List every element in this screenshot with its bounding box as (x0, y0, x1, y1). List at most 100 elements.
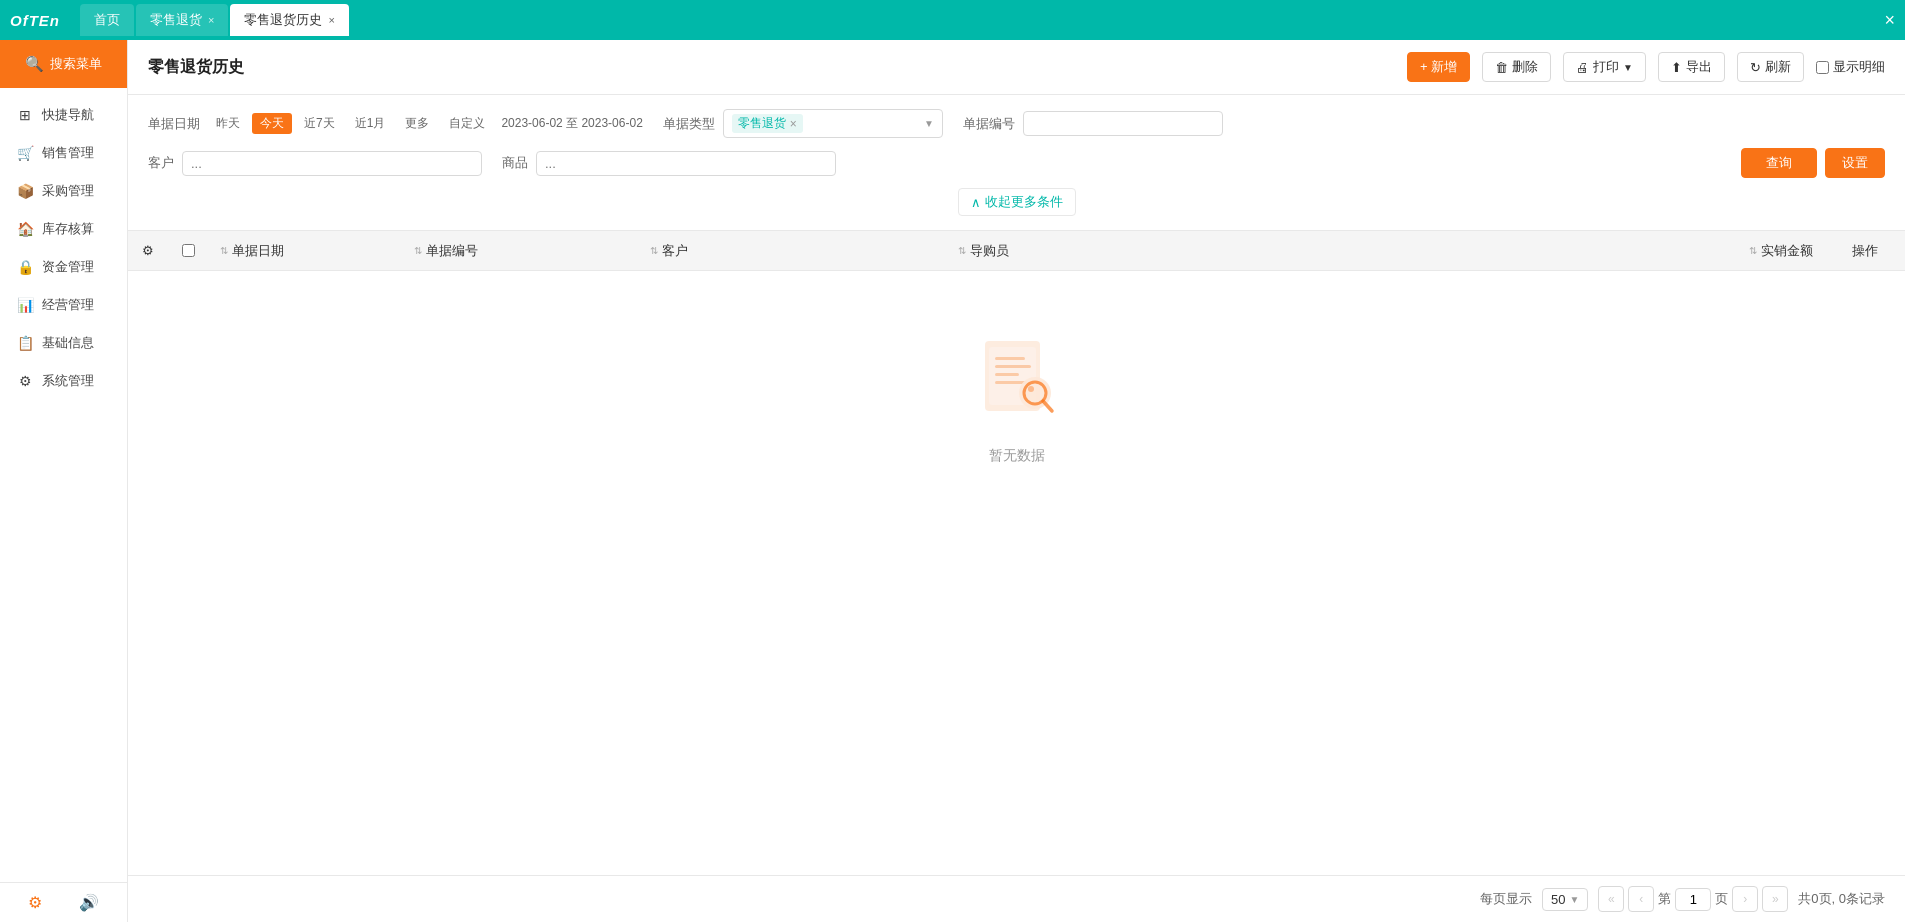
sidebar-search-label: 搜索菜单 (50, 55, 102, 73)
prev-page-button[interactable]: ‹ (1628, 886, 1654, 912)
last-page-button[interactable]: » (1762, 886, 1788, 912)
audio-footer-icon[interactable]: 🔊 (79, 893, 99, 912)
first-page-button[interactable]: « (1598, 886, 1624, 912)
date-btn-custom[interactable]: 自定义 (441, 113, 493, 134)
date-filter-buttons: 昨天 今天 近7天 近1月 更多 自定义 (208, 113, 493, 134)
tab-retail-return[interactable]: 零售退货 × (136, 4, 228, 36)
page-label: 第 (1658, 890, 1671, 908)
empty-text: 暂无数据 (989, 447, 1045, 465)
th-customer[interactable]: ⇅ 客户 (638, 234, 945, 268)
order-no-filter: 单据编号 (963, 111, 1223, 136)
display-toggle-checkbox[interactable] (1816, 61, 1829, 74)
page-unit: 页 (1715, 890, 1728, 908)
sort-asc-icon: ⇅ (220, 245, 228, 256)
date-range-display: 2023-06-02 至 2023-06-02 (501, 115, 642, 132)
th-date[interactable]: ⇅ 单据日期 (208, 234, 402, 268)
select-all-checkbox[interactable] (182, 244, 195, 257)
refresh-button[interactable]: ↻ 刷新 (1737, 52, 1804, 82)
tab-retail-return-close[interactable]: × (208, 14, 214, 26)
brand-logo: OfTEn (10, 12, 60, 29)
next-page-button[interactable]: › (1732, 886, 1758, 912)
tab-retail-return-history-label: 零售退货历史 (244, 11, 322, 29)
type-tag-close[interactable]: × (790, 117, 797, 131)
table-wrapper: ⚙ ⇅ 单据日期 ⇅ 单据编号 ⇅ 客户 ⇅ (128, 231, 1905, 875)
page-number-input[interactable] (1675, 888, 1711, 911)
main-layout: 🔍 搜索菜单 ⊞ 快捷导航 🛒 销售管理 📦 采购管理 🏠 库存核算 🔒 (0, 40, 1905, 922)
svg-rect-4 (995, 373, 1019, 376)
print-button-label: 打印 (1593, 58, 1619, 76)
query-button-label: 查询 (1766, 154, 1792, 172)
svg-rect-2 (995, 357, 1025, 360)
sidebar-item-basic-info[interactable]: 📋 基础信息 (0, 324, 127, 362)
refresh-icon: ↻ (1750, 60, 1761, 75)
table-header: ⚙ ⇅ 单据日期 ⇅ 单据编号 ⇅ 客户 ⇅ (128, 231, 1905, 271)
sidebar-item-basic-info-label: 基础信息 (42, 334, 94, 352)
delete-button[interactable]: 🗑 删除 (1482, 52, 1551, 82)
sidebar-item-sales-label: 销售管理 (42, 144, 94, 162)
th-checkbox[interactable] (168, 236, 208, 265)
order-no-input[interactable] (1023, 111, 1223, 136)
filter-action-buttons: 查询 设置 (1741, 148, 1885, 178)
sidebar-search[interactable]: 🔍 搜索菜单 (0, 40, 127, 88)
settings-button[interactable]: 设置 (1825, 148, 1885, 178)
settings-footer-icon[interactable]: ⚙ (28, 893, 42, 912)
sidebar-item-system[interactable]: ⚙ 系统管理 (0, 362, 127, 400)
date-btn-today[interactable]: 今天 (252, 113, 292, 134)
th-operations: 操作 (1825, 234, 1905, 268)
sidebar-item-quick-nav-label: 快捷导航 (42, 106, 94, 124)
date-btn-7days[interactable]: 近7天 (296, 113, 343, 134)
operations-icon: 📊 (16, 296, 34, 314)
new-button[interactable]: + 新增 (1407, 52, 1470, 82)
type-filter-select[interactable]: 零售退货 × ▼ (723, 109, 943, 138)
window-close-button[interactable]: × (1884, 10, 1895, 31)
customer-input[interactable] (182, 151, 482, 176)
inventory-icon: 🏠 (16, 220, 34, 238)
tab-home-label: 首页 (94, 11, 120, 29)
system-icon: ⚙ (16, 372, 34, 390)
sort-amount-icon: ⇅ (1749, 245, 1757, 256)
sidebar-item-quick-nav[interactable]: ⊞ 快捷导航 (0, 96, 127, 134)
page-size-select[interactable]: 50 ▼ (1542, 888, 1588, 911)
th-order-no[interactable]: ⇅ 单据编号 (402, 234, 638, 268)
tab-retail-return-history[interactable]: 零售退货历史 × (230, 4, 348, 36)
display-toggle: 显示明细 (1816, 58, 1885, 76)
content-area: 零售退货历史 + 新增 🗑 删除 🖨 打印 ▼ ⬆ 导出 (128, 40, 1905, 922)
th-guide[interactable]: ⇅ 导购员 (946, 234, 1182, 268)
search-icon: 🔍 (25, 55, 44, 73)
goods-input[interactable] (536, 151, 836, 176)
sidebar-item-finance[interactable]: 🔒 资金管理 (0, 248, 127, 286)
tab-retail-return-history-close[interactable]: × (328, 14, 334, 26)
sidebar-item-purchase-mgmt[interactable]: 📦 采购管理 (0, 172, 127, 210)
th-order-no-label: 单据编号 (426, 242, 478, 260)
sidebar-item-sales-mgmt[interactable]: 🛒 销售管理 (0, 134, 127, 172)
type-filter: 单据类型 零售退货 × ▼ (663, 109, 943, 138)
date-btn-yesterday[interactable]: 昨天 (208, 113, 248, 134)
tab-home[interactable]: 首页 (80, 4, 134, 36)
collapse-label: 收起更多条件 (985, 193, 1063, 211)
type-tag-label: 零售退货 (738, 115, 786, 132)
filter-row-2: 客户 商品 查询 设置 (148, 148, 1885, 178)
date-btn-1month[interactable]: 近1月 (347, 113, 394, 134)
export-button[interactable]: ⬆ 导出 (1658, 52, 1725, 82)
customer-label: 客户 (148, 154, 174, 172)
column-settings-icon[interactable]: ⚙ (142, 243, 154, 258)
sort-guide-icon: ⇅ (958, 245, 966, 256)
goods-filter: 商品 (502, 151, 836, 176)
empty-state: 暂无数据 (128, 271, 1905, 525)
basic-info-icon: 📋 (16, 334, 34, 352)
delete-button-label: 删除 (1512, 58, 1538, 76)
print-button[interactable]: 🖨 打印 ▼ (1563, 52, 1646, 82)
order-no-label: 单据编号 (963, 115, 1015, 133)
sidebar-item-operations[interactable]: 📊 经营管理 (0, 286, 127, 324)
th-date-label: 单据日期 (232, 242, 284, 260)
th-amount[interactable]: ⇅ 实销金额 (1631, 234, 1825, 268)
header-actions: + 新增 🗑 删除 🖨 打印 ▼ ⬆ 导出 ↻ 刷新 (1407, 52, 1885, 82)
sidebar-item-system-label: 系统管理 (42, 372, 94, 390)
th-settings[interactable]: ⚙ (128, 235, 168, 266)
collapse-filter-button[interactable]: ∧ 收起更多条件 (958, 188, 1076, 216)
sidebar-item-inventory[interactable]: 🏠 库存核算 (0, 210, 127, 248)
date-btn-more[interactable]: 更多 (397, 113, 437, 134)
filter-area: 单据日期 昨天 今天 近7天 近1月 更多 自定义 2023-06-02 至 2… (128, 95, 1905, 231)
per-page-label: 每页显示 (1480, 890, 1532, 908)
query-button[interactable]: 查询 (1741, 148, 1817, 178)
